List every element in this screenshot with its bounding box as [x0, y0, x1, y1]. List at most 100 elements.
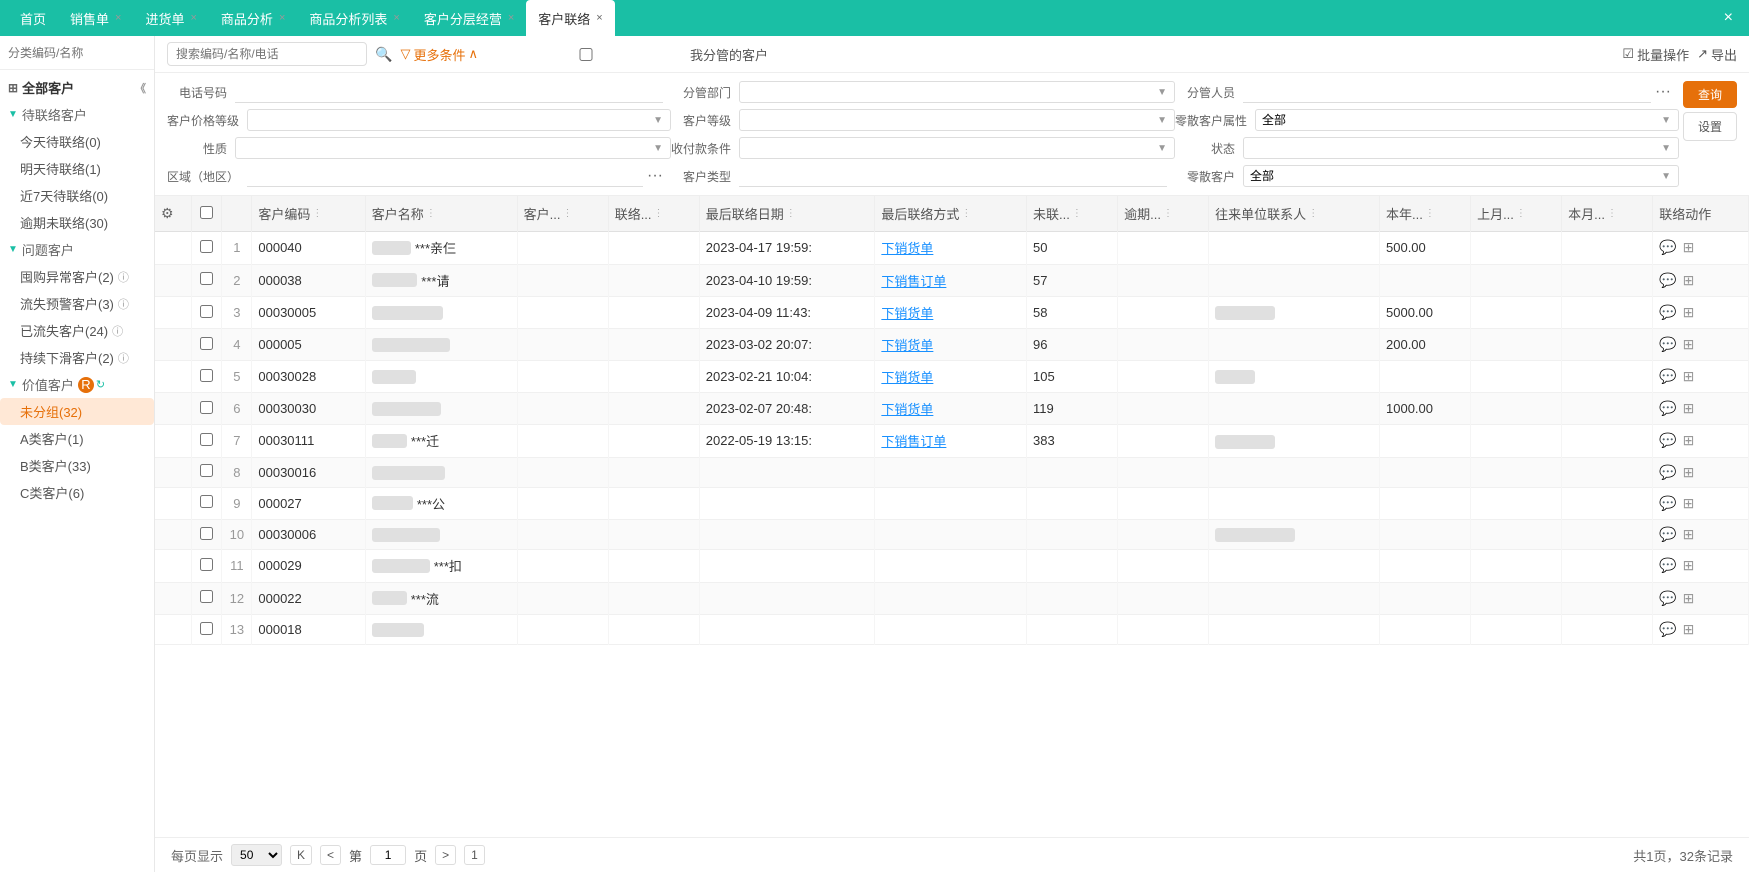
sidebar-item-churned[interactable]: 已流失客户(24) ⓘ: [0, 317, 154, 344]
settings-icon[interactable]: ⚙: [161, 205, 174, 221]
tab-customer-segment-close[interactable]: ×: [508, 12, 514, 24]
last-page-button[interactable]: 1: [464, 845, 485, 865]
query-button[interactable]: 查询: [1683, 81, 1737, 108]
first-page-button[interactable]: K: [290, 845, 312, 865]
region-dots-button[interactable]: ···: [647, 167, 663, 185]
chat-icon[interactable]: 💬: [1659, 400, 1676, 417]
chat-icon[interactable]: 💬: [1659, 590, 1676, 607]
batch-op-button[interactable]: ☑ 批量操作: [1622, 45, 1689, 64]
row-checkbox[interactable]: [200, 527, 213, 540]
sidebar-search-input[interactable]: [8, 46, 155, 60]
tab-home[interactable]: 首页: [8, 0, 58, 36]
grid-action-icon[interactable]: ⊞: [1683, 464, 1695, 481]
grid-action-icon[interactable]: ⊞: [1683, 272, 1695, 289]
row-last-method-cell[interactable]: [875, 457, 1027, 487]
sidebar-item-churn-warn[interactable]: 流失预警客户(3) ⓘ: [0, 290, 154, 317]
grid-action-icon[interactable]: ⊞: [1683, 304, 1695, 321]
row-last-method-cell[interactable]: 下销货单: [875, 361, 1027, 393]
grid-action-icon[interactable]: ⊞: [1683, 368, 1695, 385]
tab-sales[interactable]: 销售单 ×: [58, 0, 133, 36]
filter-manager-input[interactable]: [1243, 82, 1651, 103]
tab-purchase-close[interactable]: ×: [190, 12, 196, 24]
filter-customer-type-input[interactable]: [739, 166, 1167, 187]
row-checkbox[interactable]: [200, 495, 213, 508]
page-input[interactable]: [370, 845, 406, 865]
sidebar-item-class-a[interactable]: A类客户(1): [0, 425, 154, 452]
row-last-method-cell[interactable]: [875, 487, 1027, 520]
select-all-checkbox[interactable]: [200, 206, 213, 219]
chat-icon[interactable]: 💬: [1659, 557, 1676, 574]
row-checkbox[interactable]: [200, 369, 213, 382]
next-page-button[interactable]: >: [435, 845, 456, 865]
chat-icon[interactable]: 💬: [1659, 304, 1676, 321]
filter-region-input[interactable]: [247, 166, 643, 187]
row-checkbox[interactable]: [200, 272, 213, 285]
grid-action-icon[interactable]: ⊞: [1683, 557, 1695, 574]
my-customers-checkbox-label[interactable]: 我分管的客户: [486, 45, 768, 64]
sidebar-item-ungroup[interactable]: 未分组(32): [0, 398, 154, 425]
row-last-method-cell[interactable]: 下销货单: [875, 232, 1027, 265]
sidebar-all-customers[interactable]: ⊞ 全部客户 《: [0, 70, 154, 101]
tab-product-analysis[interactable]: 商品分析 ×: [209, 0, 297, 36]
row-last-method-cell[interactable]: [875, 615, 1027, 645]
sidebar-item-7days[interactable]: 近7天待联络(0): [0, 182, 154, 209]
search-input[interactable]: [167, 42, 367, 66]
filter-phone-input[interactable]: [235, 82, 663, 103]
sidebar-item-class-c[interactable]: C类客户(6): [0, 479, 154, 506]
row-last-method-cell[interactable]: [875, 582, 1027, 615]
sidebar-price-group[interactable]: ▼ 价值客户 R ↻: [0, 371, 154, 398]
chat-icon[interactable]: 💬: [1659, 368, 1676, 385]
refresh-icon[interactable]: ↻: [96, 378, 105, 391]
tab-customer-contact[interactable]: 客户联络 ×: [526, 0, 614, 36]
chat-icon[interactable]: 💬: [1659, 432, 1676, 449]
tab-sales-close[interactable]: ×: [115, 12, 121, 24]
row-checkbox[interactable]: [200, 337, 213, 350]
row-last-method-cell[interactable]: 下销货单: [875, 297, 1027, 329]
row-last-method-cell[interactable]: 下销货单: [875, 329, 1027, 361]
sidebar-item-tomorrow[interactable]: 明天待联络(1): [0, 155, 154, 182]
row-checkbox[interactable]: [200, 558, 213, 571]
row-checkbox[interactable]: [200, 590, 213, 603]
row-checkbox[interactable]: [200, 464, 213, 477]
row-last-method-cell[interactable]: [875, 520, 1027, 550]
sidebar-item-declining[interactable]: 持续下滑客户(2) ⓘ: [0, 344, 154, 371]
chat-icon[interactable]: 💬: [1659, 336, 1676, 353]
row-last-method-cell[interactable]: 下销售订单: [875, 264, 1027, 297]
filter-scatter-customer-select[interactable]: 全部: [1243, 165, 1679, 187]
grid-action-icon[interactable]: ⊞: [1683, 336, 1695, 353]
filter-dept-select[interactable]: [739, 81, 1175, 103]
page-size-select[interactable]: 50 20 100: [231, 844, 282, 866]
tab-product-analysis-list[interactable]: 商品分析列表 ×: [297, 0, 411, 36]
sidebar-item-today[interactable]: 今天待联络(0): [0, 128, 154, 155]
row-last-method-cell[interactable]: [875, 550, 1027, 583]
chat-icon[interactable]: 💬: [1659, 239, 1676, 256]
my-customers-checkbox[interactable]: [486, 48, 686, 61]
grid-action-icon[interactable]: ⊞: [1683, 495, 1695, 512]
row-checkbox[interactable]: [200, 305, 213, 318]
row-last-method-cell[interactable]: 下销货单: [875, 393, 1027, 425]
filter-search-icon[interactable]: 🔍: [375, 46, 392, 63]
tab-customer-contact-close[interactable]: ×: [596, 12, 602, 24]
row-checkbox[interactable]: [200, 240, 213, 253]
grid-action-icon[interactable]: ⊞: [1683, 590, 1695, 607]
row-checkbox[interactable]: [200, 401, 213, 414]
more-conditions-button[interactable]: ▽ 更多条件 ∧: [400, 45, 478, 64]
close-all-button[interactable]: ×: [1716, 9, 1741, 27]
sidebar-problem-group[interactable]: ▼ 问题客户: [0, 236, 154, 263]
export-button[interactable]: ↗ 导出: [1697, 45, 1737, 64]
prev-page-button[interactable]: <: [320, 845, 341, 865]
chat-icon[interactable]: 💬: [1659, 272, 1676, 289]
tab-product-analysis-close[interactable]: ×: [279, 12, 285, 24]
row-checkbox[interactable]: [200, 433, 213, 446]
grid-action-icon[interactable]: ⊞: [1683, 621, 1695, 638]
filter-scatter-attr-select[interactable]: 全部: [1255, 109, 1679, 131]
sidebar-item-hoard[interactable]: 囤购异常客户(2) ⓘ: [0, 263, 154, 290]
manager-dots-button[interactable]: ···: [1655, 83, 1671, 101]
chat-icon[interactable]: 💬: [1659, 526, 1676, 543]
sidebar-item-class-b[interactable]: B类客户(33): [0, 452, 154, 479]
chat-icon[interactable]: 💬: [1659, 495, 1676, 512]
grid-action-icon[interactable]: ⊞: [1683, 432, 1695, 449]
filter-status-select[interactable]: [1243, 137, 1679, 159]
tab-product-analysis-list-close[interactable]: ×: [393, 12, 399, 24]
row-last-method-cell[interactable]: 下销售订单: [875, 425, 1027, 458]
